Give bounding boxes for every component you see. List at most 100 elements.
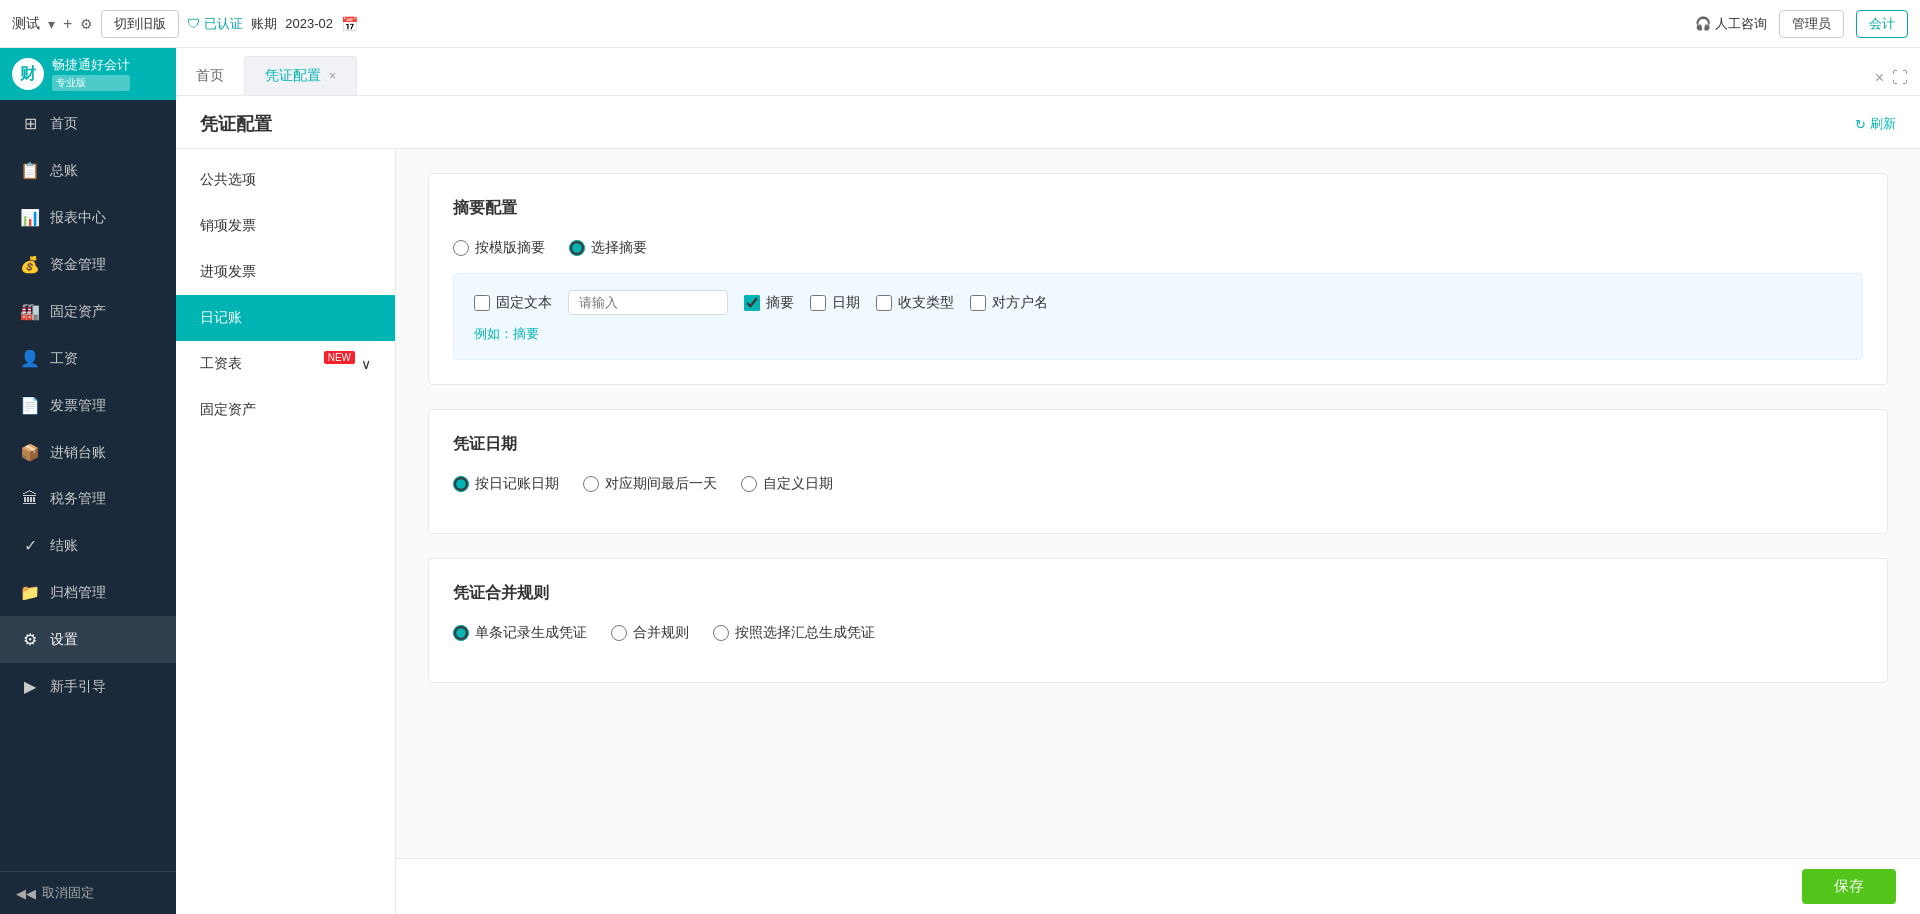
tab-bar: 首页 凭证配置 × × ⛶ bbox=[176, 48, 1920, 96]
left-menu-item-public[interactable]: 公共选项 bbox=[176, 157, 395, 203]
checkbox-income-expense[interactable]: 收支类型 bbox=[876, 294, 954, 312]
radio-journal-date-input[interactable] bbox=[453, 476, 469, 492]
left-menu-item-purchase-invoice[interactable]: 进项发票 bbox=[176, 249, 395, 295]
summary-section-title: 摘要配置 bbox=[453, 198, 1863, 219]
summary-sub-row: 固定文本 摘要 日期 bbox=[474, 290, 1842, 315]
invoice-icon: 📄 bbox=[20, 396, 40, 415]
tab-home[interactable]: 首页 bbox=[176, 57, 244, 95]
shield-icon: 🛡 bbox=[187, 16, 200, 31]
logo-text: 畅捷通好会计 bbox=[52, 57, 130, 74]
date-section: 凭证日期 按日记账日期 对应期间最后一天 bbox=[428, 409, 1888, 534]
calendar-icon[interactable]: 📅 bbox=[341, 16, 358, 32]
radio-select-summary[interactable]: 选择摘要 bbox=[569, 239, 647, 257]
sidebar-item-close[interactable]: ✓ 结账 bbox=[0, 522, 176, 569]
archive-icon: 📁 bbox=[20, 583, 40, 602]
checkbox-date[interactable]: 日期 bbox=[810, 294, 860, 312]
radio-select-input[interactable] bbox=[569, 240, 585, 256]
report-icon: 📊 bbox=[20, 208, 40, 227]
chevron-down-icon: ∨ bbox=[361, 356, 371, 372]
sidebar-item-home[interactable]: ⊞ 首页 bbox=[0, 100, 176, 147]
tab-close-icon[interactable]: × bbox=[329, 70, 336, 82]
period-label: 账期 bbox=[251, 15, 277, 33]
expand-tab-action-icon[interactable]: ⛶ bbox=[1892, 69, 1908, 87]
sidebar-item-capital[interactable]: 💰 资金管理 bbox=[0, 241, 176, 288]
ledger-icon: 📋 bbox=[20, 161, 40, 180]
left-menu-item-payroll[interactable]: 工资表 NEW ∨ bbox=[176, 341, 395, 387]
radio-journal-date[interactable]: 按日记账日期 bbox=[453, 475, 559, 493]
checkbox-income-expense-input[interactable] bbox=[876, 295, 892, 311]
sidebar-item-settings[interactable]: ⚙ 设置 bbox=[0, 616, 176, 663]
capital-icon: 💰 bbox=[20, 255, 40, 274]
tab-voucher-config[interactable]: 凭证配置 × bbox=[244, 56, 357, 95]
summary-section: 摘要配置 按模版摘要 选择摘要 bbox=[428, 173, 1888, 385]
checkbox-date-input[interactable] bbox=[810, 295, 826, 311]
sidebar: 财 畅捷通好会计 专业版 ⊞ 首页 📋 总账 📊 报表中心 💰 资金管理 bbox=[0, 48, 176, 914]
sidebar-item-invoice[interactable]: 📄 发票管理 bbox=[0, 382, 176, 429]
refresh-icon: ↻ bbox=[1855, 117, 1866, 132]
sidebar-item-report[interactable]: 📊 报表中心 bbox=[0, 194, 176, 241]
sidebar-scroll: ⊞ 首页 📋 总账 📊 报表中心 💰 资金管理 🏭 固定资产 👤 工资 bbox=[0, 100, 176, 871]
radio-period-last[interactable]: 对应期间最后一天 bbox=[583, 475, 717, 493]
left-menu-item-sales-invoice[interactable]: 销项发票 bbox=[176, 203, 395, 249]
fixed-text-input[interactable] bbox=[568, 290, 728, 315]
radio-selected-summary-input[interactable] bbox=[713, 625, 729, 641]
sidebar-item-guide[interactable]: ▶ 新手引导 bbox=[0, 663, 176, 710]
left-menu: 公共选项 销项发票 进项发票 日记账 工资表 NEW bbox=[176, 149, 396, 914]
checkbox-fixed-text-input[interactable] bbox=[474, 295, 490, 311]
summary-sub-config: 固定文本 摘要 日期 bbox=[453, 273, 1863, 360]
consult-button[interactable]: 🎧 人工咨询 bbox=[1695, 15, 1767, 33]
home-icon: ⊞ bbox=[20, 114, 40, 133]
sidebar-item-assets[interactable]: 🏭 固定资产 bbox=[0, 288, 176, 335]
add-icon[interactable]: + bbox=[63, 15, 72, 33]
radio-custom-date[interactable]: 自定义日期 bbox=[741, 475, 833, 493]
bottom-bar: 保存 bbox=[396, 858, 1920, 914]
refresh-button[interactable]: ↻ 刷新 bbox=[1855, 115, 1896, 133]
radio-single-record-input[interactable] bbox=[453, 625, 469, 641]
radio-period-last-input[interactable] bbox=[583, 476, 599, 492]
radio-merge-rules[interactable]: 合并规则 bbox=[611, 624, 689, 642]
checkbox-counterpart[interactable]: 对方户名 bbox=[970, 294, 1048, 312]
switch-old-button[interactable]: 切到旧版 bbox=[101, 10, 179, 38]
merge-radio-group: 单条记录生成凭证 合并规则 按照选择汇总生成凭证 bbox=[453, 624, 1863, 642]
header-settings-icon[interactable]: ⚙ bbox=[80, 16, 93, 32]
tax-icon: 🏛 bbox=[20, 490, 40, 508]
sidebar-item-trade[interactable]: 📦 进销台账 bbox=[0, 429, 176, 476]
main-layout: 财 畅捷通好会计 专业版 ⊞ 首页 📋 总账 📊 报表中心 💰 资金管理 bbox=[0, 48, 1920, 914]
top-header: 测试 ▾ + ⚙ 切到旧版 🛡 已认证 账期 2023-02 📅 🎧 人工咨询 … bbox=[0, 0, 1920, 48]
page-content: 凭证配置 ↻ 刷新 公共选项 销项发票 进项发票 bbox=[176, 96, 1920, 914]
radio-template-input[interactable] bbox=[453, 240, 469, 256]
salary-icon: 👤 bbox=[20, 349, 40, 368]
sidebar-item-tax[interactable]: 🏛 税务管理 bbox=[0, 476, 176, 522]
header-right: 🎧 人工咨询 管理员 会计 bbox=[1695, 10, 1908, 38]
radio-custom-date-input[interactable] bbox=[741, 476, 757, 492]
checkbox-counterpart-input[interactable] bbox=[970, 295, 986, 311]
accountant-button[interactable]: 会计 bbox=[1856, 10, 1908, 38]
tab-bar-actions: × ⛶ bbox=[1863, 69, 1920, 95]
sidebar-item-salary[interactable]: 👤 工资 bbox=[0, 335, 176, 382]
left-menu-item-journal[interactable]: 日记账 bbox=[176, 295, 395, 341]
company-dropdown-icon[interactable]: ▾ bbox=[48, 16, 55, 32]
radio-single-record[interactable]: 单条记录生成凭证 bbox=[453, 624, 587, 642]
manager-button[interactable]: 管理员 bbox=[1779, 10, 1844, 38]
page-inner: 公共选项 销项发票 进项发票 日记账 工资表 NEW bbox=[176, 149, 1920, 914]
verified-badge: 🛡 已认证 bbox=[187, 15, 243, 33]
trade-icon: 📦 bbox=[20, 443, 40, 462]
example-text: 例如：摘要 bbox=[474, 325, 1842, 343]
checkbox-summary-input[interactable] bbox=[744, 295, 760, 311]
close-tab-action-icon[interactable]: × bbox=[1875, 69, 1884, 87]
checkbox-summary[interactable]: 摘要 bbox=[744, 294, 794, 312]
radio-template-summary[interactable]: 按模版摘要 bbox=[453, 239, 545, 257]
close-books-icon: ✓ bbox=[20, 536, 40, 555]
radio-selected-summary[interactable]: 按照选择汇总生成凭证 bbox=[713, 624, 875, 642]
logo-edition: 专业版 bbox=[52, 75, 130, 91]
radio-merge-rules-input[interactable] bbox=[611, 625, 627, 641]
left-menu-item-fixed-assets[interactable]: 固定资产 bbox=[176, 387, 395, 433]
right-config: 摘要配置 按模版摘要 选择摘要 bbox=[396, 149, 1920, 858]
sidebar-item-ledger[interactable]: 📋 总账 bbox=[0, 147, 176, 194]
checkbox-fixed-text[interactable]: 固定文本 bbox=[474, 294, 552, 312]
sidebar-item-archive[interactable]: 📁 归档管理 bbox=[0, 569, 176, 616]
cancel-fixed-button[interactable]: ◀◀ 取消固定 bbox=[0, 871, 176, 914]
page-header: 凭证配置 ↻ 刷新 bbox=[176, 96, 1920, 149]
new-badge: NEW bbox=[324, 351, 355, 364]
save-button[interactable]: 保存 bbox=[1802, 869, 1896, 904]
